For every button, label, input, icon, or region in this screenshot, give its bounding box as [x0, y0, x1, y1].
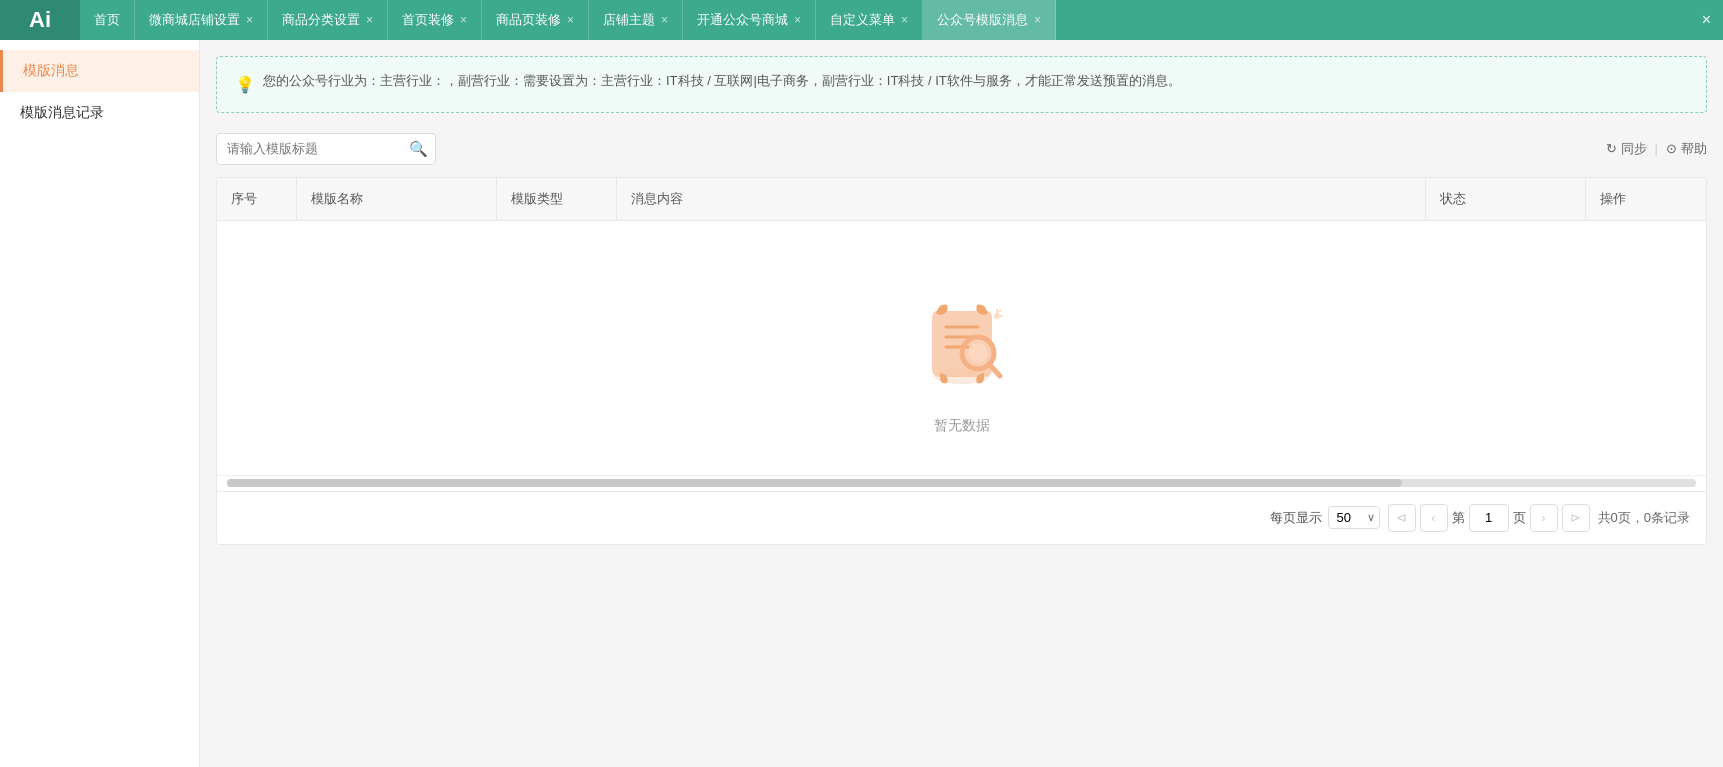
close-tab-store-theme-icon[interactable]: ×: [661, 13, 668, 27]
help-icon: ⊙: [1666, 141, 1677, 156]
data-table: 序号模版名称模版类型消息内容状态操作: [216, 177, 1707, 545]
sidebar: 模版消息模版消息记录: [0, 40, 200, 767]
prev-page-button[interactable]: ‹: [1420, 504, 1448, 532]
svg-line-10: [999, 310, 1001, 312]
th-index: 序号: [217, 178, 297, 220]
nav-tab-category-settings[interactable]: 商品分类设置×: [268, 0, 388, 40]
app-logo: Ai: [0, 0, 80, 40]
nav-tab-store-theme[interactable]: 店铺主题×: [589, 0, 683, 40]
first-page-button[interactable]: ⊲: [1388, 504, 1416, 532]
search-input[interactable]: [216, 133, 436, 165]
close-tab-shop-settings-icon[interactable]: ×: [246, 13, 253, 27]
page-size-dropdown[interactable]: 50 20 100: [1328, 506, 1380, 529]
notice-text: 您的公众号行业为：主营行业：，副营行业：需要设置为：主营行业：IT科技 / 互联…: [263, 71, 1181, 92]
scrollbar-thumb: [227, 479, 1402, 487]
page-size-select: 每页显示 50 20 100 ∨: [1270, 506, 1380, 529]
search-button[interactable]: 🔍: [409, 140, 428, 158]
sidebar-item-template-msg[interactable]: 模版消息: [0, 50, 199, 92]
sync-button[interactable]: ↻ 同步: [1606, 140, 1647, 158]
sync-icon: ↻: [1606, 141, 1617, 156]
total-info: 共0页，0条记录: [1598, 509, 1690, 527]
next-page-button[interactable]: ›: [1530, 504, 1558, 532]
nav-tabs: 首页微商城店铺设置×商品分类设置×首页装修×商品页装修×店铺主题×开通公众号商城…: [80, 0, 1690, 40]
notice-box: 💡 您的公众号行业为：主营行业：，副营行业：需要设置为：主营行业：IT科技 / …: [216, 56, 1707, 113]
top-nav: Ai 首页微商城店铺设置×商品分类设置×首页装修×商品页装修×店铺主题×开通公众…: [0, 0, 1723, 40]
page-navigation: ⊲ ‹ 第 页 › ⊳: [1388, 504, 1590, 532]
nav-tab-shop-settings[interactable]: 微商城店铺设置×: [135, 0, 268, 40]
scrollbar-track: [227, 479, 1696, 487]
th-action: 操作: [1586, 178, 1706, 220]
horizontal-scrollbar[interactable]: [217, 475, 1706, 491]
th-status: 状态: [1426, 178, 1586, 220]
main-layout: 模版消息模版消息记录 💡 您的公众号行业为：主营行业：，副营行业：需要设置为：主…: [0, 40, 1723, 767]
help-button[interactable]: ⊙ 帮助: [1666, 140, 1707, 158]
close-tab-category-settings-icon[interactable]: ×: [366, 13, 373, 27]
divider: |: [1655, 141, 1658, 156]
empty-text: 暂无数据: [934, 417, 990, 435]
nav-tab-product-decor[interactable]: 商品页装修×: [482, 0, 589, 40]
notice-icon: 💡: [235, 72, 255, 98]
svg-point-7: [994, 313, 1000, 319]
close-all-button[interactable]: ×: [1690, 11, 1723, 29]
search-left: 🔍: [216, 133, 436, 165]
th-type: 模版类型: [497, 178, 617, 220]
th-content: 消息内容: [617, 178, 1426, 220]
content-area: 💡 您的公众号行业为：主营行业：，副营行业：需要设置为：主营行业：IT科技 / …: [200, 40, 1723, 767]
page-input[interactable]: [1469, 504, 1509, 532]
close-tab-homepage-decor-icon[interactable]: ×: [460, 13, 467, 27]
th-name: 模版名称: [297, 178, 497, 220]
empty-illustration: [902, 281, 1022, 401]
close-tab-custom-menu-icon[interactable]: ×: [901, 13, 908, 27]
svg-point-5: [968, 343, 988, 363]
search-bar: 🔍 ↻ 同步 | ⊙ 帮助: [216, 133, 1707, 165]
search-input-wrap: 🔍: [216, 133, 436, 165]
close-tab-template-msg-icon[interactable]: ×: [1034, 13, 1041, 27]
table-header: 序号模版名称模版类型消息内容状态操作: [217, 178, 1706, 221]
pagination-bar: 每页显示 50 20 100 ∨ ⊲ ‹ 第 页: [217, 491, 1706, 544]
nav-tab-template-msg[interactable]: 公众号模版消息×: [923, 0, 1056, 40]
nav-tab-open-mall[interactable]: 开通公众号商城×: [683, 0, 816, 40]
empty-state: 暂无数据: [217, 221, 1706, 475]
nav-tab-homepage-decor[interactable]: 首页装修×: [388, 0, 482, 40]
page-size-wrap: 50 20 100 ∨: [1328, 506, 1380, 529]
sidebar-item-template-msg-record[interactable]: 模版消息记录: [0, 92, 199, 134]
close-tab-open-mall-icon[interactable]: ×: [794, 13, 801, 27]
nav-tab-home[interactable]: 首页: [80, 0, 135, 40]
last-page-button[interactable]: ⊳: [1562, 504, 1590, 532]
search-right: ↻ 同步 | ⊙ 帮助: [1606, 140, 1707, 158]
nav-tab-custom-menu[interactable]: 自定义菜单×: [816, 0, 923, 40]
close-tab-product-decor-icon[interactable]: ×: [567, 13, 574, 27]
